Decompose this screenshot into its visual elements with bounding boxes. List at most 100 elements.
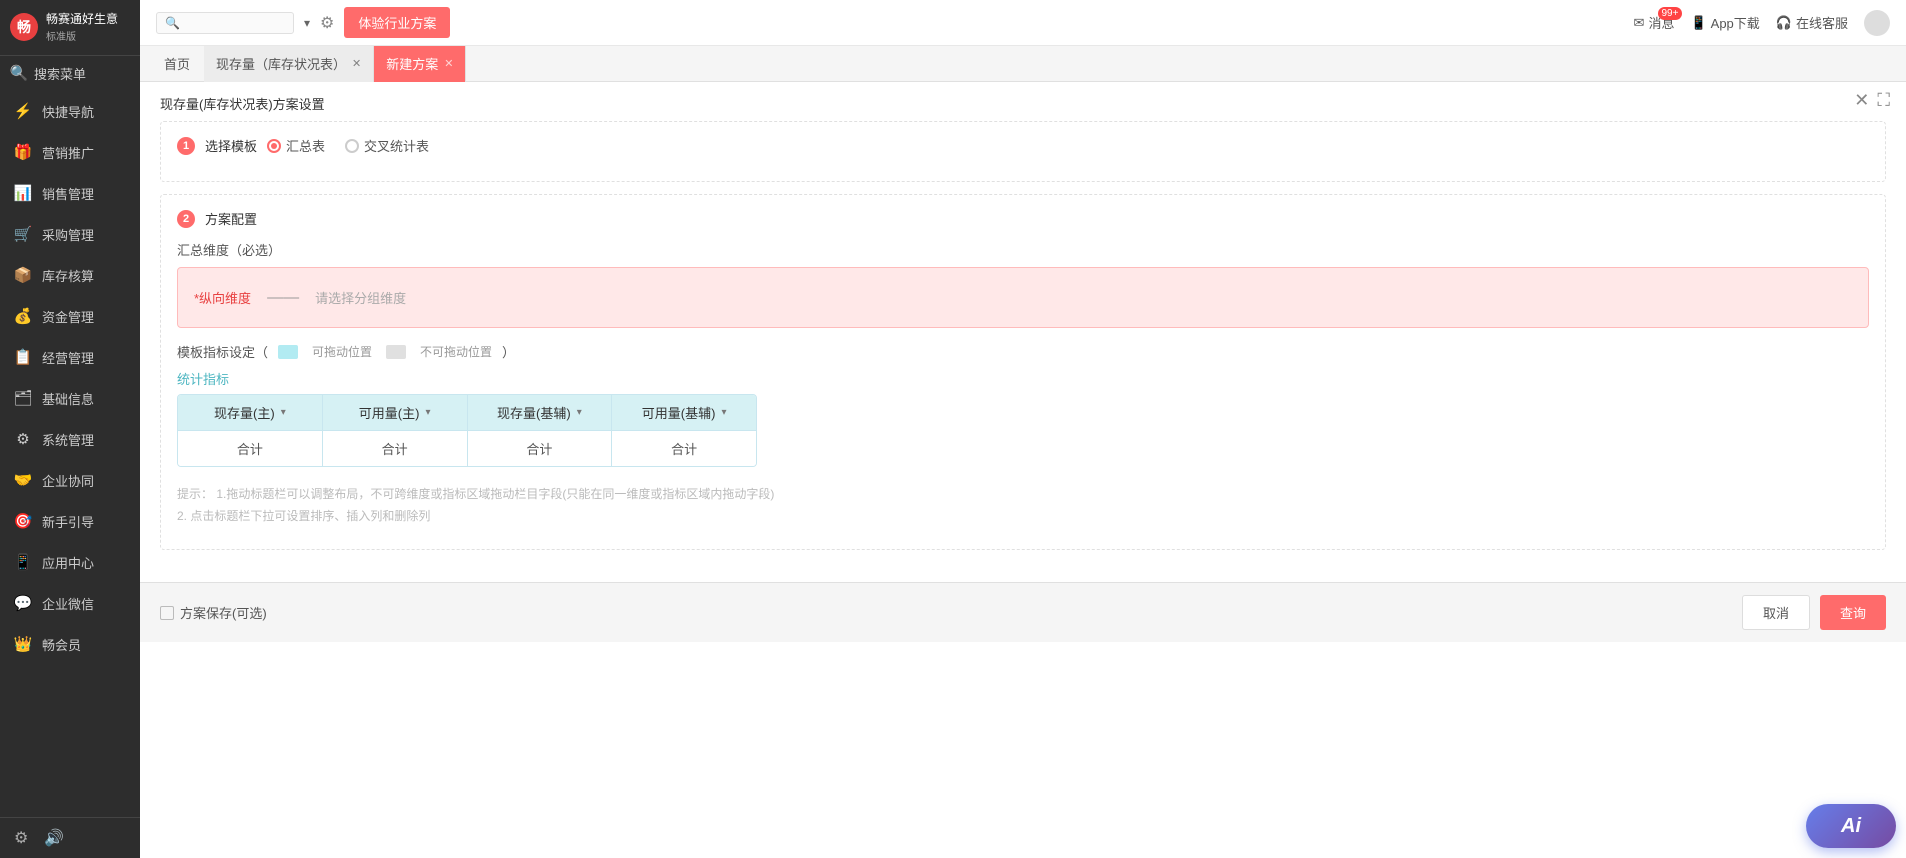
sidebar-item-operation[interactable]: 📋 经营管理 (0, 337, 140, 378)
topbar-right: ✉ 消息 99+ 📱 App下载 🎧 在线客服 (1634, 10, 1890, 36)
contract-icon: 🤝 (14, 471, 32, 489)
section1-header: 1 选择模板 汇总表 交叉统计表 (177, 136, 1869, 155)
indicator-legend: 可拖动位置 不可拖动位置 (278, 343, 492, 360)
tab-new-scheme[interactable]: 新建方案 ✕ (374, 46, 466, 82)
app-download-button[interactable]: 📱 App下载 (1690, 13, 1759, 32)
radio-summary-label: 汇总表 (286, 136, 325, 155)
topbar-left: 🔍 ▾ ⚙ 体验行业方案 (156, 7, 1624, 38)
panel-controls: ✕ ⛶ (1854, 90, 1890, 111)
message-icon: ✉ (1634, 15, 1645, 31)
stat-body-row: 合计 合计 合计 合计 (178, 430, 756, 466)
tabs-bar: 首页 现存量（库存状况表） ✕ 新建方案 ✕ (140, 46, 1906, 82)
settings-icon[interactable]: ⚙ (14, 828, 28, 848)
ai-float-button[interactable]: Ai (1806, 804, 1896, 848)
dimension-box[interactable]: *纵向维度 —— 请选择分组维度 (177, 267, 1869, 328)
user-avatar-button[interactable] (1864, 10, 1890, 36)
sidebar-item-base[interactable]: 🗂 基础信息 (0, 378, 140, 419)
sidebar-label-contract: 企业协同 (42, 471, 94, 490)
wechat-icon: 💬 (14, 594, 32, 612)
save-checkbox-label[interactable]: 方案保存(可选) (160, 603, 267, 622)
save-checkbox[interactable] (160, 606, 174, 620)
radio-crosstab-label: 交叉统计表 (364, 136, 429, 155)
content-area: ✕ ⛶ 现存量(库存状况表)方案设置 1 选择模板 汇总表 交叉统计表 (140, 82, 1906, 858)
legend-draggable-label: 可拖动位置 (312, 343, 372, 360)
tab-inventory-close[interactable]: ✕ (352, 57, 361, 70)
tips-section: 提示： 1.拖动标题栏可以调整布局，不可跨维度或指标区域拖动栏目字段(只能在同一… (177, 484, 1869, 527)
radio-summary[interactable]: 汇总表 (267, 136, 325, 155)
service-label: 在线客服 (1796, 13, 1848, 32)
marketing-icon: 🎁 (14, 143, 32, 161)
section2-header: 2 方案配置 (177, 209, 1869, 228)
topbar-dropdown-icon[interactable]: ▾ (304, 16, 310, 30)
sidebar-bottom: ⚙ 🔊 (0, 817, 140, 858)
service-icon: 🎧 (1776, 15, 1792, 31)
stat-col-2[interactable]: 现存量(基辅) ▾ (468, 395, 613, 430)
stat-col-2-label: 现存量(基辅) (497, 403, 571, 422)
topbar-search-input[interactable] (185, 16, 285, 30)
radio-crosstab[interactable]: 交叉统计表 (345, 136, 429, 155)
sidebar-label-quick-nav: 快捷导航 (42, 102, 94, 121)
stat-table: 现存量(主) ▾ 可用量(主) ▾ 现存量(基辅) ▾ 可用量(基辅) ▾ (177, 394, 757, 467)
base-icon: 🗂 (14, 389, 32, 407)
stat-col-2-chevron[interactable]: ▾ (577, 407, 582, 418)
sidebar-item-wechat[interactable]: 💬 企业微信 (0, 583, 140, 624)
section-template: 1 选择模板 汇总表 交叉统计表 (160, 121, 1886, 182)
sidebar-label-guide: 新手引导 (42, 512, 94, 531)
sidebar-label-wechat: 企业微信 (42, 594, 94, 613)
sidebar-label-base: 基础信息 (42, 389, 94, 408)
stat-col-0[interactable]: 现存量(主) ▾ (178, 395, 323, 430)
sidebar-search-label: 搜索菜单 (34, 64, 86, 83)
stat-col-0-chevron[interactable]: ▾ (281, 407, 286, 418)
purchase-icon: 🛒 (14, 225, 32, 243)
stat-col-3-chevron[interactable]: ▾ (721, 407, 726, 418)
sidebar-item-system[interactable]: ⚙ 系统管理 (0, 419, 140, 460)
experience-button[interactable]: 体验行业方案 (344, 7, 450, 38)
sidebar-item-marketing[interactable]: 🎁 营销推广 (0, 132, 140, 173)
system-icon: ⚙ (14, 430, 32, 448)
sidebar-item-sales[interactable]: 📊 销售管理 (0, 173, 140, 214)
tab-home[interactable]: 首页 (150, 46, 204, 82)
topbar-search-box[interactable]: 🔍 (156, 12, 294, 34)
online-service-button[interactable]: 🎧 在线客服 (1776, 13, 1848, 32)
cancel-button[interactable]: 取消 (1742, 595, 1810, 630)
sidebar-item-contract[interactable]: 🤝 企业协同 (0, 460, 140, 501)
topbar-gear-icon[interactable]: ⚙ (320, 13, 334, 33)
sidebar-label-member: 畅会员 (42, 635, 81, 654)
stat-cell-0: 合计 (178, 431, 323, 466)
panel-close-icon[interactable]: ✕ (1854, 90, 1869, 111)
message-badge: 99+ (1658, 7, 1683, 20)
legend-fixed-label: 不可拖动位置 (420, 343, 492, 360)
ai-label: Ai (1841, 815, 1861, 838)
section1-title: 选择模板 (205, 136, 257, 155)
dimension-placeholder: 请选择分组维度 (315, 288, 406, 307)
radio-crosstab-circle (345, 139, 359, 153)
message-button[interactable]: ✉ 消息 99+ (1634, 13, 1675, 32)
volume-icon[interactable]: 🔊 (44, 828, 64, 848)
sidebar-item-purchase[interactable]: 🛒 采购管理 (0, 214, 140, 255)
brand-badge: 标准版 (46, 28, 118, 43)
stat-col-1[interactable]: 可用量(主) ▾ (323, 395, 468, 430)
stat-col-1-chevron[interactable]: ▾ (425, 407, 430, 418)
query-button[interactable]: 查询 (1820, 595, 1886, 630)
quick-nav-icon: ⚡ (14, 102, 32, 120)
panel-expand-icon[interactable]: ⛶ (1877, 90, 1890, 111)
sidebar-item-appstore[interactable]: 📱 应用中心 (0, 542, 140, 583)
sidebar-item-finance[interactable]: 💰 资金管理 (0, 296, 140, 337)
tip-title: 提示： (177, 487, 213, 501)
sidebar-label-operation: 经营管理 (42, 348, 94, 367)
sidebar-nav: 🔍 搜索菜单 ⚡ 快捷导航 🎁 营销推广 📊 销售管理 🛒 采购管理 📦 库存核… (0, 56, 140, 817)
tab-inventory-status[interactable]: 现存量（库存状况表） ✕ (204, 46, 374, 82)
sidebar-label-inventory: 库存核算 (42, 266, 94, 285)
stat-header-row: 现存量(主) ▾ 可用量(主) ▾ 现存量(基辅) ▾ 可用量(基辅) ▾ (178, 395, 756, 430)
sidebar-item-member[interactable]: 👑 畅会员 (0, 624, 140, 665)
sidebar-item-inventory[interactable]: 📦 库存核算 (0, 255, 140, 296)
tab-new-scheme-close[interactable]: ✕ (444, 57, 453, 70)
tip2: 2. 点击标题栏下拉可设置排序、插入列和删除列 (177, 509, 430, 523)
sidebar: 畅 畅赛通好生意 标准版 🔍 搜索菜单 ⚡ 快捷导航 🎁 营销推广 📊 销售管理… (0, 0, 140, 858)
sidebar-search[interactable]: 🔍 搜索菜单 (0, 56, 140, 91)
sidebar-item-guide[interactable]: 🎯 新手引导 (0, 501, 140, 542)
stat-col-3[interactable]: 可用量(基辅) ▾ (612, 395, 756, 430)
topbar-search-icon: 🔍 (165, 16, 180, 30)
sidebar-item-quick-nav[interactable]: ⚡ 快捷导航 (0, 91, 140, 132)
sidebar-label-finance: 资金管理 (42, 307, 94, 326)
